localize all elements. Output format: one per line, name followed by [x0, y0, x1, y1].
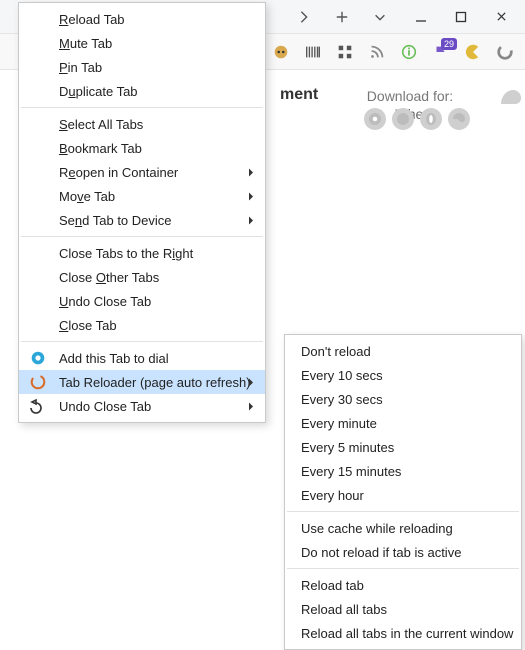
- menu-item[interactable]: Close Other Tabs: [19, 265, 265, 289]
- info-icon[interactable]: [399, 42, 419, 62]
- menu-item[interactable]: Duplicate Tab: [19, 79, 265, 103]
- submenu-item-label: Reload tab: [301, 578, 364, 593]
- menu-item-label: Pin Tab: [59, 60, 102, 75]
- window-close-button[interactable]: [483, 2, 519, 32]
- rss-icon[interactable]: [367, 42, 387, 62]
- submenu-item[interactable]: Reload all tabs: [285, 597, 521, 621]
- submenu-item[interactable]: Don't reload: [285, 339, 521, 363]
- submenu-arrow-icon: [247, 165, 255, 180]
- menu-item[interactable]: Reopen in Container: [19, 160, 265, 184]
- submenu-item[interactable]: Do not reload if tab is active: [285, 540, 521, 564]
- submenu-item[interactable]: Use cache while reloading: [285, 516, 521, 540]
- window-minimize-button[interactable]: [403, 2, 439, 32]
- submenu-arrow-icon: [247, 375, 255, 390]
- menu-item-label: Mute Tab: [59, 36, 112, 51]
- menu-item[interactable]: Select All Tabs: [19, 112, 265, 136]
- pacman-icon[interactable]: [463, 42, 483, 62]
- submenu-item[interactable]: Reload all tabs in the current window: [285, 621, 521, 645]
- reload-icon: [29, 373, 47, 391]
- submenu-item-label: Reload all tabs: [301, 602, 387, 617]
- menu-item-label: Reload Tab: [59, 12, 125, 27]
- menu-item[interactable]: Mute Tab: [19, 31, 265, 55]
- menu-item[interactable]: Move Tab: [19, 184, 265, 208]
- menu-item-label: Reopen in Container: [59, 165, 178, 180]
- menu-item-label: Add this Tab to dial: [59, 351, 169, 366]
- chrome-icon[interactable]: [364, 108, 386, 130]
- menu-item[interactable]: Close Tabs to the Right: [19, 241, 265, 265]
- menu-separator: [287, 568, 519, 569]
- submenu-item-label: Every hour: [301, 488, 364, 503]
- submenu-item-label: Use cache while reloading: [301, 521, 453, 536]
- download-for-label: Download for:: [360, 88, 460, 104]
- menu-separator: [21, 341, 263, 342]
- submenu-item-label: Every 30 secs: [301, 392, 383, 407]
- dial-icon: [29, 349, 47, 367]
- menu-item[interactable]: Undo Close Tab: [19, 394, 265, 418]
- menu-item-label: Close Tab: [59, 318, 117, 333]
- menu-item-label: Close Other Tabs: [59, 270, 159, 285]
- window-maximize-button[interactable]: [443, 2, 479, 32]
- menu-item-label: Select All Tabs: [59, 117, 143, 132]
- menu-item-label: Tab Reloader (page auto refresh): [59, 375, 251, 390]
- menu-item[interactable]: Tab Reloader (page auto refresh): [19, 370, 265, 394]
- submenu-item[interactable]: Every minute: [285, 411, 521, 435]
- edge-icon[interactable]: [448, 108, 470, 130]
- menu-separator: [21, 236, 263, 237]
- spinner-icon[interactable]: [495, 42, 515, 62]
- tab-strip-controls: [286, 2, 398, 32]
- menu-separator: [21, 107, 263, 108]
- submenu-item[interactable]: Every 5 minutes: [285, 435, 521, 459]
- menu-item-label: Bookmark Tab: [59, 141, 142, 156]
- submenu-item-label: Reload all tabs in the current window: [301, 626, 513, 641]
- submenu-item-label: Every 5 minutes: [301, 440, 394, 455]
- submenu-item-label: Every 15 minutes: [301, 464, 401, 479]
- submenu-item-label: Do not reload if tab is active: [301, 545, 461, 560]
- menu-item[interactable]: Reload Tab: [19, 7, 265, 31]
- flag-icon[interactable]: 29: [431, 42, 451, 62]
- tab-reloader-submenu: Don't reload Every 10 secs Every 30 secs Ev…: [284, 334, 522, 650]
- monkey-icon[interactable]: [271, 42, 291, 62]
- menu-item-label: Move Tab: [59, 189, 115, 204]
- notification-badge: 29: [441, 38, 457, 50]
- submenu-item-label: Every 10 secs: [301, 368, 383, 383]
- menu-item[interactable]: Pin Tab: [19, 55, 265, 79]
- browser-window: 29 ment Ether Download for: Reload Tab Mu…: [0, 0, 525, 614]
- submenu-arrow-icon: [247, 213, 255, 228]
- nav-forward-button[interactable]: [286, 2, 322, 32]
- submenu-item[interactable]: Every 30 secs: [285, 387, 521, 411]
- opera-icon[interactable]: [420, 108, 442, 130]
- submenu-item[interactable]: Reload tab: [285, 573, 521, 597]
- menu-item[interactable]: Add this Tab to dial: [19, 346, 265, 370]
- menu-item-label: Close Tabs to the Right: [59, 246, 193, 261]
- menu-item-label: Undo Close Tab: [59, 294, 151, 309]
- menu-item[interactable]: Close Tab: [19, 313, 265, 337]
- menu-item[interactable]: Bookmark Tab: [19, 136, 265, 160]
- download-block: ment Ether Download for:: [280, 86, 490, 122]
- tabs-dropdown-button[interactable]: [362, 2, 398, 32]
- submenu-arrow-icon: [247, 399, 255, 414]
- menu-item-label: Send Tab to Device: [59, 213, 172, 228]
- tab-context-menu: Reload Tab Mute Tab Pin Tab Duplicate Tab Se…: [18, 2, 266, 423]
- menu-item[interactable]: Send Tab to Device: [19, 208, 265, 232]
- submenu-item[interactable]: Every hour: [285, 483, 521, 507]
- submenu-item-label: Don't reload: [301, 344, 371, 359]
- barcode-icon[interactable]: [303, 42, 323, 62]
- submenu-item[interactable]: Every 10 secs: [285, 363, 521, 387]
- firefox-icon[interactable]: [392, 108, 414, 130]
- submenu-item[interactable]: Every 15 minutes: [285, 459, 521, 483]
- mascot-icon: [497, 84, 525, 115]
- undo-icon: [29, 397, 47, 415]
- grid-icon[interactable]: [335, 42, 355, 62]
- submenu-arrow-icon: [247, 189, 255, 204]
- new-tab-button[interactable]: [324, 2, 360, 32]
- download-browser-icons: [364, 108, 470, 130]
- menu-separator: [287, 511, 519, 512]
- submenu-item-label: Every minute: [301, 416, 377, 431]
- menu-item[interactable]: Undo Close Tab: [19, 289, 265, 313]
- menu-item-label: Undo Close Tab: [59, 399, 151, 414]
- menu-item-label: Duplicate Tab: [59, 84, 138, 99]
